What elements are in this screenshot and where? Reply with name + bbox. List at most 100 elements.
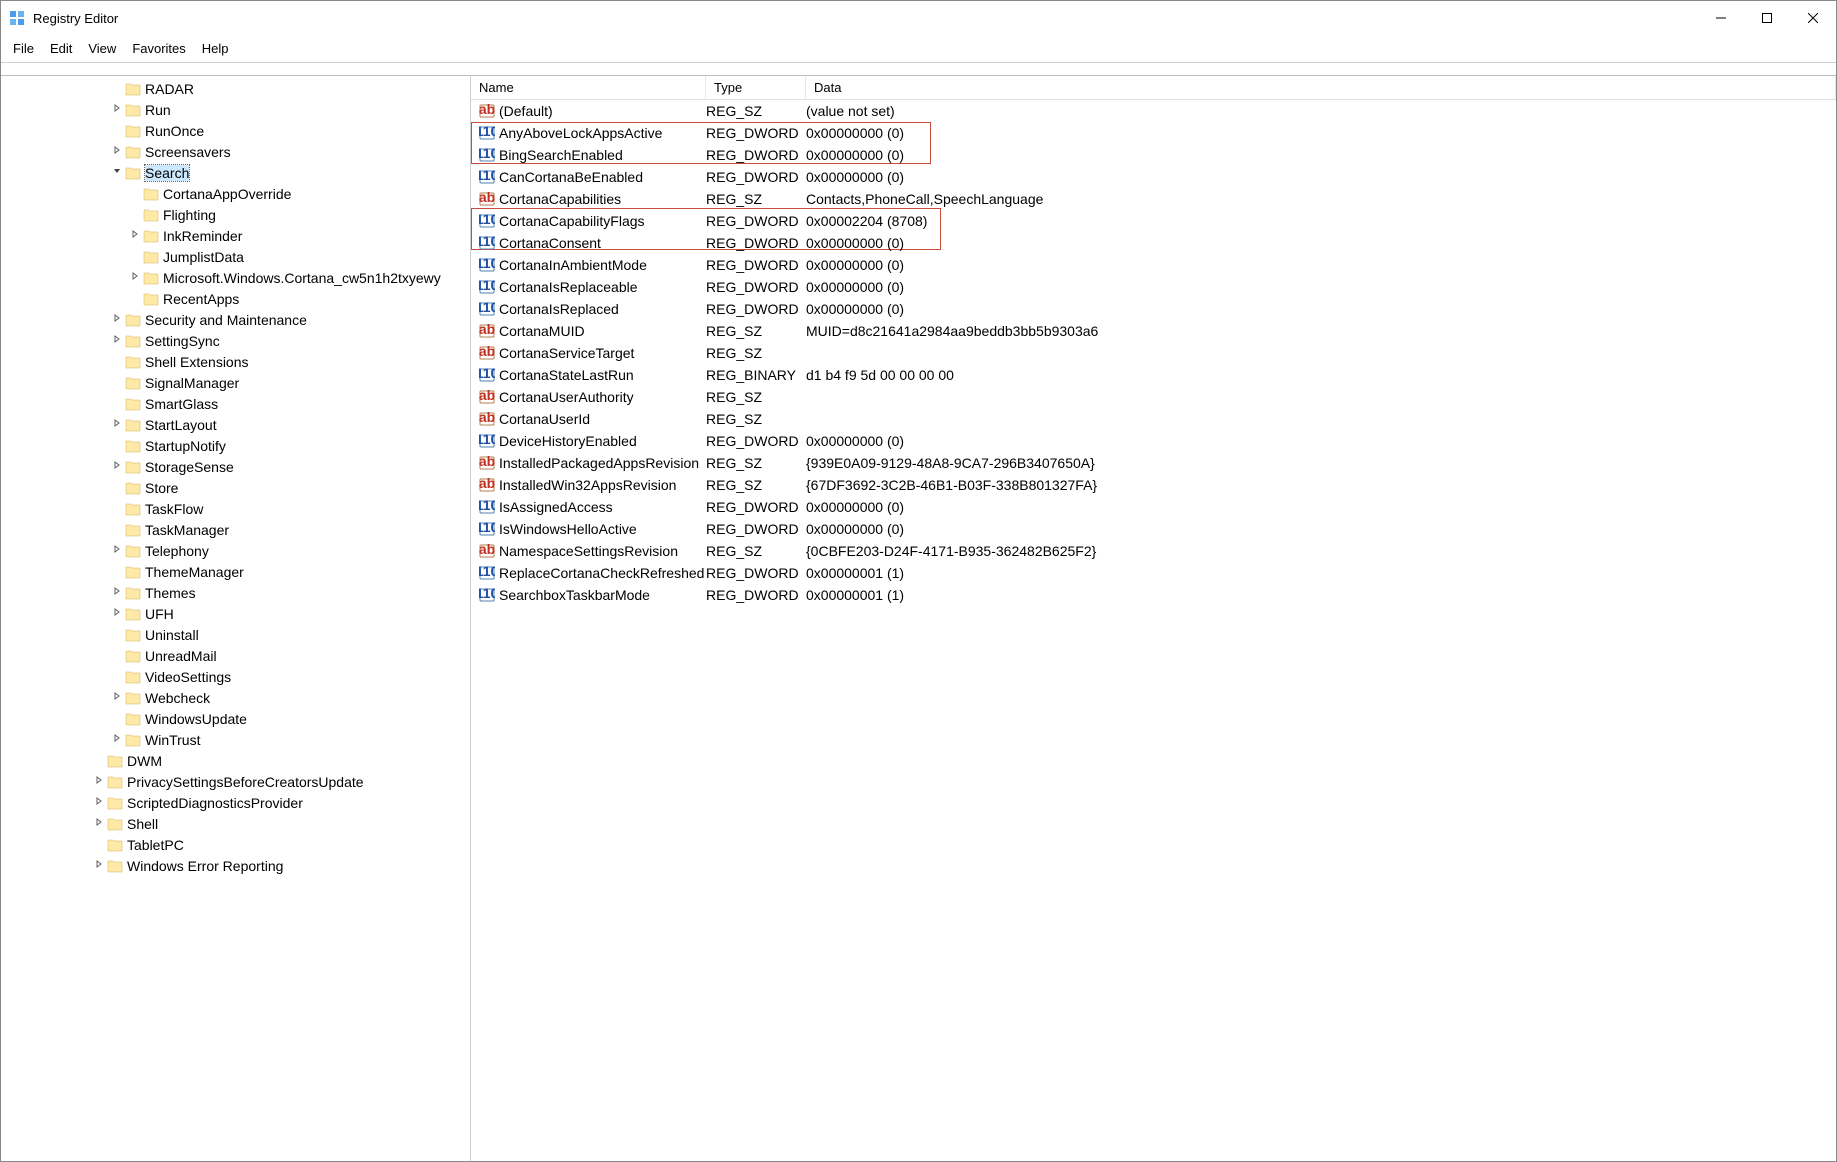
expand-icon[interactable] (109, 314, 125, 325)
tree-label[interactable]: StorageSense (145, 459, 234, 475)
value-row[interactable]: CortanaServiceTargetREG_SZ (471, 342, 1836, 364)
tree-pane[interactable]: RADARRunRunOnceScreensaversSearchCortana… (1, 76, 471, 1161)
expand-icon[interactable] (127, 272, 143, 283)
list-pane[interactable]: Name Type Data (Default)REG_SZ(value not… (471, 76, 1836, 1161)
column-name[interactable]: Name (471, 76, 706, 99)
close-button[interactable] (1790, 1, 1836, 35)
tree-label[interactable]: RunOnce (145, 123, 204, 139)
menu-help[interactable]: Help (194, 37, 237, 60)
tree-node[interactable]: Shell (1, 813, 470, 834)
tree-node[interactable]: Windows Error Reporting (1, 855, 470, 876)
tree-node[interactable]: RADAR (1, 78, 470, 99)
menu-favorites[interactable]: Favorites (124, 37, 193, 60)
value-row[interactable]: IsWindowsHelloActiveREG_DWORD0x00000000 … (471, 518, 1836, 540)
expand-icon[interactable] (91, 860, 107, 871)
tree-node[interactable]: RecentApps (1, 288, 470, 309)
value-row[interactable]: (Default)REG_SZ(value not set) (471, 100, 1836, 122)
minimize-button[interactable] (1698, 1, 1744, 35)
tree-node[interactable]: PrivacySettingsBeforeCreatorsUpdate (1, 771, 470, 792)
tree-label[interactable]: VideoSettings (145, 669, 231, 685)
tree-node[interactable]: ThemeManager (1, 561, 470, 582)
tree-node[interactable]: UnreadMail (1, 645, 470, 666)
tree-node[interactable]: Security and Maintenance (1, 309, 470, 330)
tree-node[interactable]: WinTrust (1, 729, 470, 750)
tree-node[interactable]: StorageSense (1, 456, 470, 477)
value-row[interactable]: CortanaCapabilityFlagsREG_DWORD0x0000220… (471, 210, 1836, 232)
tree-label[interactable]: Security and Maintenance (145, 312, 307, 328)
value-row[interactable]: BingSearchEnabledREG_DWORD0x00000000 (0) (471, 144, 1836, 166)
tree-label[interactable]: TaskFlow (145, 501, 203, 517)
tree-node[interactable]: Telephony (1, 540, 470, 561)
expand-icon[interactable] (109, 335, 125, 346)
tree-label[interactable]: Microsoft.Windows.Cortana_cw5n1h2txyewy (163, 270, 441, 286)
expand-icon[interactable] (127, 230, 143, 241)
expand-icon[interactable] (109, 692, 125, 703)
value-row[interactable]: ReplaceCortanaCheckRefreshedREG_DWORD0x0… (471, 562, 1836, 584)
tree-label[interactable]: Store (145, 480, 178, 496)
tree-label[interactable]: SmartGlass (145, 396, 218, 412)
tree-label[interactable]: RADAR (145, 81, 194, 97)
value-row[interactable]: IsAssignedAccessREG_DWORD0x00000000 (0) (471, 496, 1836, 518)
value-row[interactable]: NamespaceSettingsRevisionREG_SZ{0CBFE203… (471, 540, 1836, 562)
tree-node[interactable]: UFH (1, 603, 470, 624)
tree-node[interactable]: Screensavers (1, 141, 470, 162)
tree-label[interactable]: Uninstall (145, 627, 199, 643)
titlebar[interactable]: Registry Editor (1, 1, 1836, 35)
tree-node[interactable]: TaskFlow (1, 498, 470, 519)
tree-label[interactable]: JumplistData (163, 249, 244, 265)
tree-label[interactable]: TaskManager (145, 522, 229, 538)
menu-edit[interactable]: Edit (42, 37, 80, 60)
tree-node[interactable]: ScriptedDiagnosticsProvider (1, 792, 470, 813)
tree-label[interactable]: Shell Extensions (145, 354, 249, 370)
value-row[interactable]: CortanaUserIdREG_SZ (471, 408, 1836, 430)
expand-icon[interactable] (109, 587, 125, 598)
tree-node[interactable]: SmartGlass (1, 393, 470, 414)
tree-node[interactable]: StartupNotify (1, 435, 470, 456)
tree-label[interactable]: Themes (145, 585, 196, 601)
tree-node[interactable]: TaskManager (1, 519, 470, 540)
value-row[interactable]: CortanaInAmbientModeREG_DWORD0x00000000 … (471, 254, 1836, 276)
tree-node[interactable]: TabletPC (1, 834, 470, 855)
tree-label[interactable]: TabletPC (127, 837, 184, 853)
expand-icon[interactable] (91, 776, 107, 787)
tree-label[interactable]: Telephony (145, 543, 209, 559)
tree-node[interactable]: InkReminder (1, 225, 470, 246)
expand-icon[interactable] (109, 608, 125, 619)
tree-node[interactable]: WindowsUpdate (1, 708, 470, 729)
expand-icon[interactable] (91, 797, 107, 808)
tree-label[interactable]: StartLayout (145, 417, 217, 433)
expand-icon[interactable] (91, 818, 107, 829)
expand-icon[interactable] (109, 545, 125, 556)
tree-label[interactable]: SignalManager (145, 375, 239, 391)
value-row[interactable]: CanCortanaBeEnabledREG_DWORD0x00000000 (… (471, 166, 1836, 188)
tree-node[interactable]: Webcheck (1, 687, 470, 708)
menu-file[interactable]: File (5, 37, 42, 60)
tree-label[interactable]: SettingSync (145, 333, 220, 349)
tree-node[interactable]: RunOnce (1, 120, 470, 141)
tree-node[interactable]: CortanaAppOverride (1, 183, 470, 204)
tree-label[interactable]: CortanaAppOverride (163, 186, 291, 202)
menu-view[interactable]: View (80, 37, 124, 60)
column-data[interactable]: Data (806, 76, 1836, 99)
value-row[interactable]: CortanaIsReplacedREG_DWORD0x00000000 (0) (471, 298, 1836, 320)
value-row[interactable]: InstalledWin32AppsRevisionREG_SZ{67DF369… (471, 474, 1836, 496)
expand-icon[interactable] (109, 146, 125, 157)
tree-node[interactable]: Microsoft.Windows.Cortana_cw5n1h2txyewy (1, 267, 470, 288)
value-row[interactable]: CortanaCapabilitiesREG_SZContacts,PhoneC… (471, 188, 1836, 210)
value-row[interactable]: CortanaUserAuthorityREG_SZ (471, 386, 1836, 408)
tree-label[interactable]: ScriptedDiagnosticsProvider (127, 795, 303, 811)
tree-label[interactable]: StartupNotify (145, 438, 226, 454)
tree-label[interactable]: DWM (127, 753, 162, 769)
value-row[interactable]: SearchboxTaskbarModeREG_DWORD0x00000001 … (471, 584, 1836, 606)
tree-node[interactable]: VideoSettings (1, 666, 470, 687)
tree-label[interactable]: Windows Error Reporting (127, 858, 283, 874)
value-row[interactable]: DeviceHistoryEnabledREG_DWORD0x00000000 … (471, 430, 1836, 452)
expand-icon[interactable] (109, 419, 125, 430)
maximize-button[interactable] (1744, 1, 1790, 35)
tree-label[interactable]: UFH (145, 606, 174, 622)
tree-label[interactable]: UnreadMail (145, 648, 217, 664)
tree-node[interactable]: Store (1, 477, 470, 498)
tree-node[interactable]: Shell Extensions (1, 351, 470, 372)
tree-node[interactable]: Themes (1, 582, 470, 603)
expand-icon[interactable] (109, 461, 125, 472)
